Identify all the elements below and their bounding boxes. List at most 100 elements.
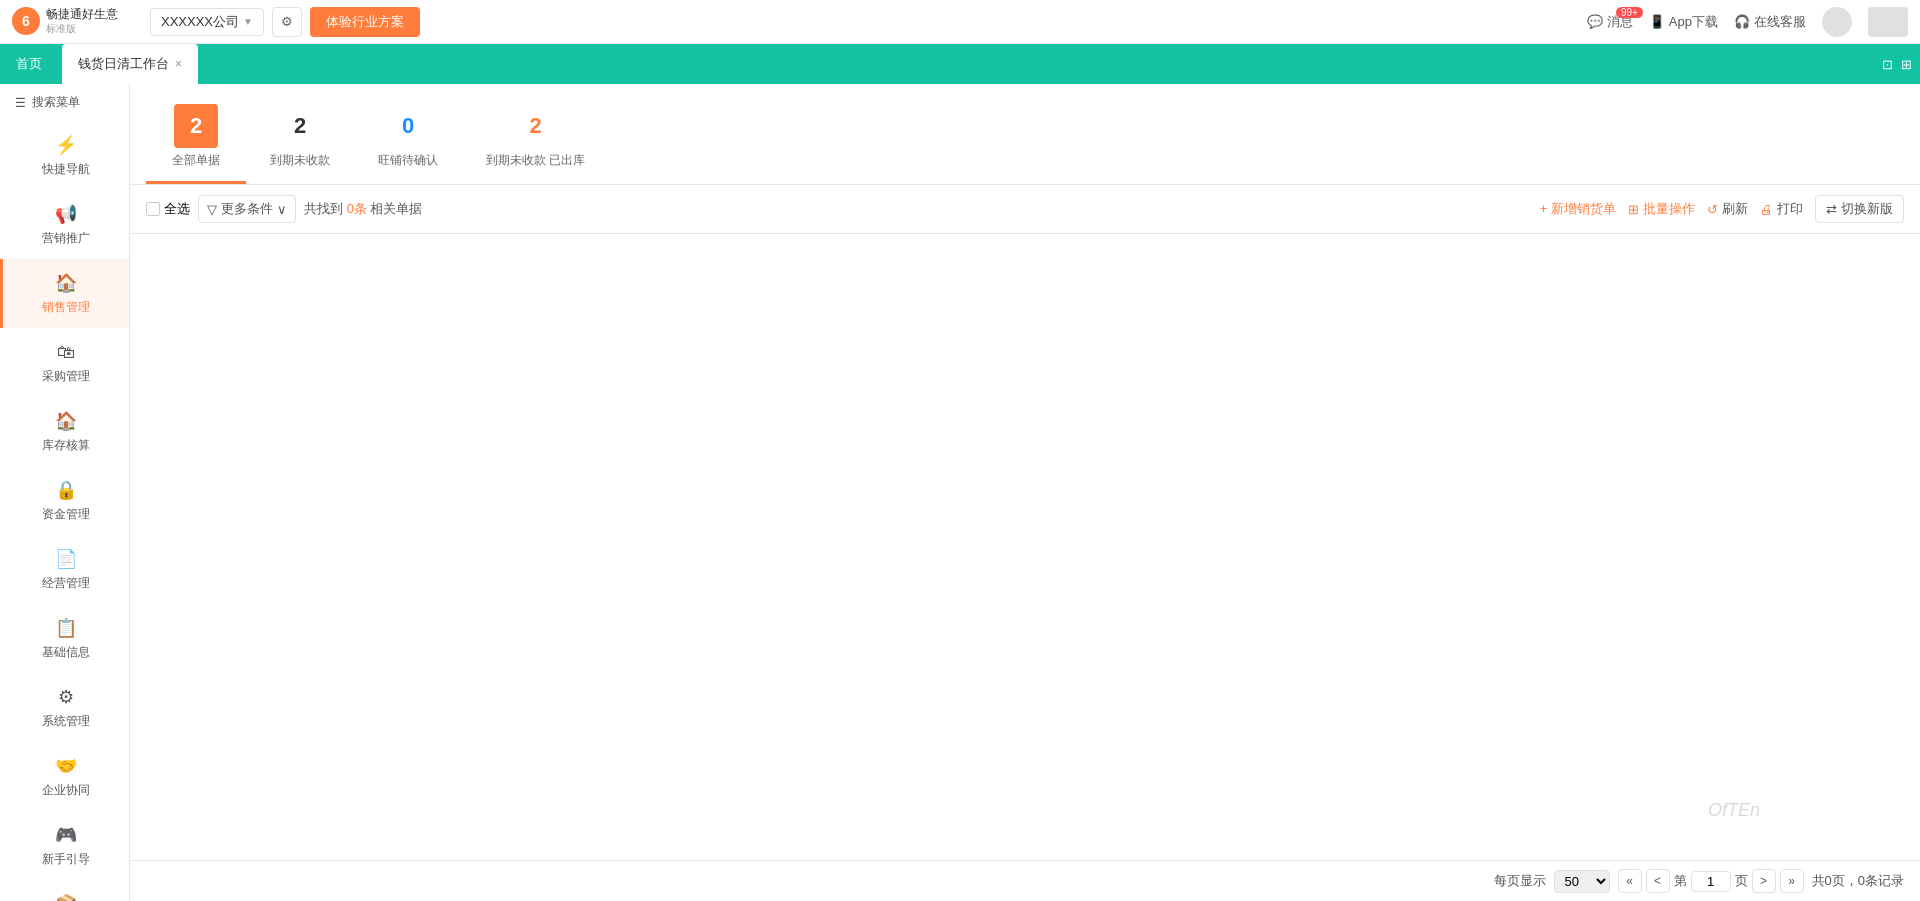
box-icon: 📦	[54, 892, 78, 901]
sidebar-item-basic-info[interactable]: 📋 基础信息	[0, 604, 129, 673]
switch-label: 切换新版	[1841, 200, 1893, 218]
stat-tab-shipped[interactable]: 2 到期未收款 已出库	[462, 96, 609, 184]
sidebar-item-guide[interactable]: 🎮 新手引导	[0, 811, 129, 880]
system-label: 系统管理	[42, 713, 90, 730]
tab-bar: 首页 钱货日清工作台 × ⊡ ⊞	[0, 44, 1920, 84]
stat-label-overdue: 到期未收款	[270, 152, 330, 169]
select-all-checkbox[interactable]	[146, 202, 160, 216]
tab-qianhuoriqing[interactable]: 钱货日清工作台 ×	[62, 44, 198, 84]
sales-label: 销售管理	[42, 299, 90, 316]
logo-name: 畅捷通好生意	[46, 7, 118, 21]
switch-new-version-button[interactable]: ⇄ 切换新版	[1815, 195, 1904, 223]
sidebar-item-marketing[interactable]: 📢 营销推广	[0, 190, 129, 259]
trial-button[interactable]: 体验行业方案	[310, 7, 420, 37]
sidebar-item-sales[interactable]: 🏠 销售管理	[0, 259, 129, 328]
new-sales-order-button[interactable]: + 新增销货单	[1540, 200, 1616, 218]
prev-page-button[interactable]: <	[1646, 869, 1670, 893]
avatar[interactable]	[1822, 7, 1852, 37]
marketing-label: 营销推广	[42, 230, 90, 247]
sidebar-item-inventory[interactable]: 🏠 库存核算	[0, 397, 129, 466]
tab-home[interactable]: 首页	[0, 44, 58, 84]
megaphone-icon: 📢	[54, 202, 78, 226]
online-service-label: 在线客服	[1754, 13, 1806, 31]
toolbar-right: + 新增销货单 ⊞ 批量操作 ↺ 刷新 🖨 打印 ⇄ 切换新版	[1540, 195, 1904, 223]
stat-num-shipped: 2	[514, 104, 558, 148]
print-icon: 🖨	[1760, 202, 1773, 217]
content-area: 2 全部单据 2 到期未收款 0 旺铺待确认 2 到期未收款 已出库 全选	[130, 84, 1920, 901]
sidebar-item-system[interactable]: ⚙ 系统管理	[0, 673, 129, 742]
last-page-button[interactable]: »	[1780, 869, 1804, 893]
found-prefix: 共找到	[304, 201, 343, 216]
message-button[interactable]: 💬 消息 99+	[1587, 13, 1633, 31]
batch-operation-button[interactable]: ⊞ 批量操作	[1628, 200, 1695, 218]
user-name-area[interactable]	[1868, 7, 1908, 37]
settings-button[interactable]: ⚙	[272, 7, 302, 37]
finance-label: 资金管理	[42, 506, 90, 523]
quick-nav-label: 快捷导航	[42, 161, 90, 178]
bag-icon: 🛍	[54, 340, 78, 364]
select-all-area[interactable]: 全选	[146, 200, 190, 218]
search-icon: ☰	[15, 96, 26, 110]
logo-icon: 6	[12, 7, 40, 35]
page-input[interactable]	[1691, 871, 1731, 892]
tab-controls[interactable]: ⊡ ⊞	[1882, 57, 1920, 72]
stat-tab-wangpu[interactable]: 0 旺铺待确认	[354, 96, 462, 184]
refresh-button[interactable]: ↺ 刷新	[1707, 200, 1748, 218]
app-download-icon: 📱	[1649, 14, 1665, 29]
home-tab-label: 首页	[16, 55, 42, 73]
app-download-button[interactable]: 📱 App下载	[1649, 13, 1718, 31]
sidebar-item-app-center[interactable]: 📦 应用中心	[0, 880, 129, 901]
close-icon[interactable]: ×	[175, 57, 182, 71]
batch-icon: ⊞	[1628, 202, 1639, 217]
restore-icon: ⊡	[1882, 57, 1893, 72]
stat-tab-all[interactable]: 2 全部单据	[146, 96, 246, 184]
pagination: 每页显示 50 100 « < 第 页 > » 共0页，0条记录	[130, 860, 1920, 901]
lightning-icon: ⚡	[54, 133, 78, 157]
top-header: 6 畅捷通好生意 标准版 XXXXXX公司 ▼ ⚙ 体验行业方案 💬 消息 99…	[0, 0, 1920, 44]
sidebar-item-finance[interactable]: 🔒 资金管理	[0, 466, 129, 535]
headset-icon: 🎧	[1734, 14, 1750, 29]
first-page-button[interactable]: «	[1618, 869, 1642, 893]
expand-icon: ⊞	[1901, 57, 1912, 72]
total-records: 共0页，0条记录	[1812, 872, 1904, 890]
sidebar-item-operations[interactable]: 📄 经营管理	[0, 535, 129, 604]
filter-button[interactable]: ▽ 更多条件 ∨	[198, 195, 296, 223]
operations-label: 经营管理	[42, 575, 90, 592]
found-count: 0条	[347, 201, 367, 216]
handshake-icon: 🤝	[54, 754, 78, 778]
print-button[interactable]: 🖨 打印	[1760, 200, 1803, 218]
stat-num-wangpu: 0	[386, 104, 430, 148]
filter-label: 更多条件	[221, 200, 273, 218]
document-icon: 📄	[54, 547, 78, 571]
logo-text-area: 畅捷通好生意 标准版	[46, 7, 118, 35]
company-name: XXXXXX公司	[161, 13, 239, 31]
per-page-label: 每页显示	[1494, 872, 1546, 890]
stat-tab-overdue[interactable]: 2 到期未收款	[246, 96, 354, 184]
page-nav: « < 第 页 > »	[1618, 869, 1804, 893]
stat-num-overdue: 2	[278, 104, 322, 148]
online-service-button[interactable]: 🎧 在线客服	[1734, 13, 1806, 31]
gear-icon: ⚙	[281, 14, 293, 29]
stat-label-wangpu: 旺铺待确认	[378, 152, 438, 169]
sidebar-item-search-menu[interactable]: ☰ 搜索菜单	[0, 84, 129, 121]
found-suffix: 相关单据	[370, 201, 422, 216]
sidebar-item-purchase[interactable]: 🛍 采购管理	[0, 328, 129, 397]
next-page-button[interactable]: >	[1752, 869, 1776, 893]
house-icon: 🏠	[54, 271, 78, 295]
basic-info-label: 基础信息	[42, 644, 90, 661]
table-area	[130, 234, 1920, 860]
search-menu-label: 搜索菜单	[32, 94, 80, 111]
message-icon: 💬	[1587, 14, 1603, 29]
refresh-icon: ↺	[1707, 202, 1718, 217]
sidebar-item-quick-nav[interactable]: ⚡ 快捷导航	[0, 121, 129, 190]
sidebar-item-cooperation[interactable]: 🤝 企业协同	[0, 742, 129, 811]
logo-subtitle: 标准版	[46, 22, 118, 36]
stat-num-all: 2	[174, 104, 218, 148]
app-download-label: App下载	[1669, 13, 1718, 31]
active-tab-label: 钱货日清工作台	[78, 55, 169, 73]
per-page-select[interactable]: 50 100	[1554, 870, 1610, 893]
company-selector[interactable]: XXXXXX公司 ▼	[150, 8, 264, 36]
select-all-label: 全选	[164, 200, 190, 218]
filter-arrow-icon: ∨	[277, 202, 287, 217]
inventory-icon: 🏠	[54, 409, 78, 433]
